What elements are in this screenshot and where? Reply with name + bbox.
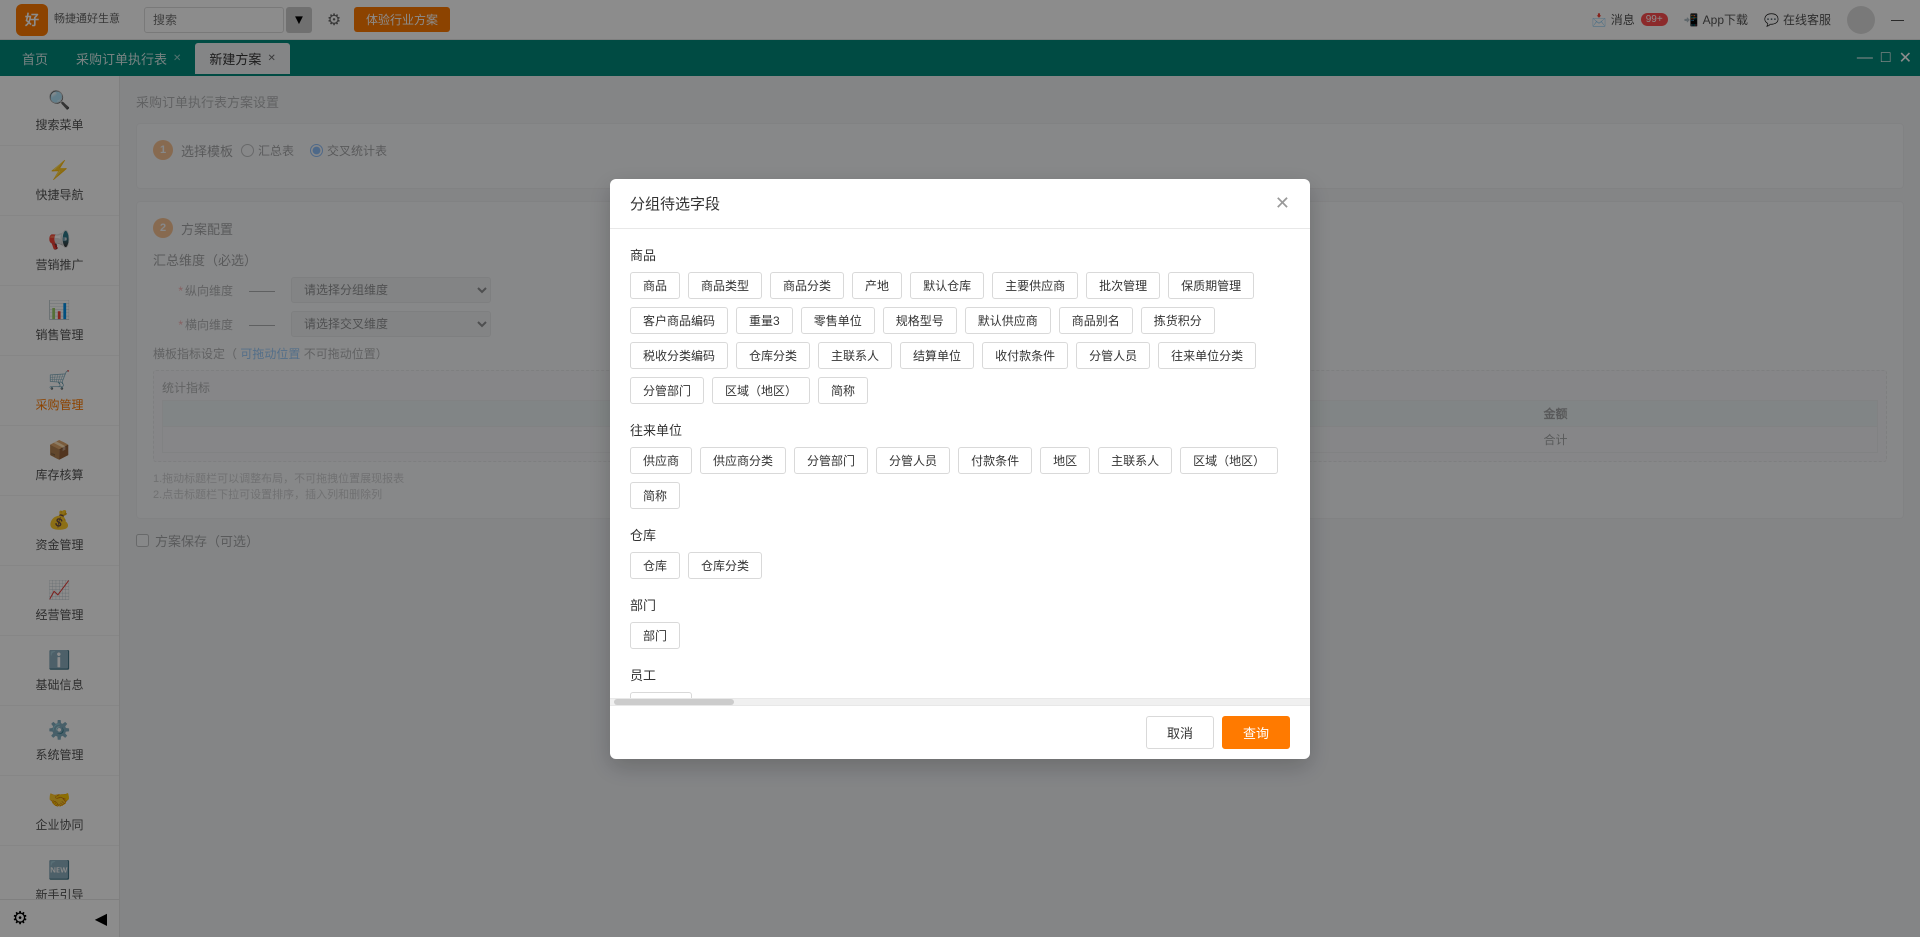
field-batch-mgmt[interactable]: 批次管理 (1086, 272, 1160, 299)
modal: 分组待选字段 ✕ 商品 商品 商品类型 商品分类 产地 默认仓库 主要供应商 批… (610, 179, 1310, 759)
modal-header: 分组待选字段 ✕ (610, 179, 1310, 229)
field-default-supplier[interactable]: 默认供应商 (965, 307, 1051, 334)
section-department-title: 部门 (630, 595, 1290, 614)
field-retail-unit[interactable]: 零售单位 (801, 307, 875, 334)
field-dept-mgmt[interactable]: 分管部门 (794, 447, 868, 474)
field-goods-category[interactable]: 商品分类 (770, 272, 844, 299)
confirm-button[interactable]: 查询 (1222, 716, 1290, 749)
section-warehouse-title: 仓库 (630, 525, 1290, 544)
field-abbr-goods[interactable]: 简称 (818, 377, 868, 404)
modal-close-button[interactable]: ✕ (1275, 193, 1290, 214)
field-payment-terms[interactable]: 收付款条件 (982, 342, 1068, 369)
field-contact-partner[interactable]: 主联系人 (1098, 447, 1172, 474)
field-region-goods[interactable]: 区域（地区） (712, 377, 810, 404)
section-department: 部门 部门 (630, 595, 1290, 649)
field-partner-category[interactable]: 往来单位分类 (1158, 342, 1256, 369)
field-main-supplier[interactable]: 主要供应商 (992, 272, 1078, 299)
field-grid-goods: 商品 商品类型 商品分类 产地 默认仓库 主要供应商 批次管理 保质期管理 客户… (630, 272, 1290, 404)
field-origin[interactable]: 产地 (852, 272, 902, 299)
cancel-button[interactable]: 取消 (1146, 716, 1214, 749)
section-goods-title: 商品 (630, 245, 1290, 264)
field-tax-code[interactable]: 税收分类编码 (630, 342, 728, 369)
field-default-warehouse[interactable]: 默认仓库 (910, 272, 984, 299)
section-employee: 员工 业务员 (630, 665, 1290, 698)
field-spec-model[interactable]: 规格型号 (883, 307, 957, 334)
section-goods: 商品 商品 商品类型 商品分类 产地 默认仓库 主要供应商 批次管理 保质期管理… (630, 245, 1290, 404)
field-abbr-partner[interactable]: 简称 (630, 482, 680, 509)
field-supplier[interactable]: 供应商 (630, 447, 692, 474)
section-partner-title: 往来单位 (630, 420, 1290, 439)
field-expiry-mgmt[interactable]: 保质期管理 (1168, 272, 1254, 299)
field-weight[interactable]: 重量3 (736, 307, 793, 334)
field-supervisor[interactable]: 分管人员 (1076, 342, 1150, 369)
field-supplier-category[interactable]: 供应商分类 (700, 447, 786, 474)
modal-footer: 取消 查询 (610, 705, 1310, 759)
field-grid-warehouse: 仓库 仓库分类 (630, 552, 1290, 579)
field-settlement-unit[interactable]: 结算单位 (900, 342, 974, 369)
field-customer-code[interactable]: 客户商品编码 (630, 307, 728, 334)
field-main-contact[interactable]: 主联系人 (818, 342, 892, 369)
field-region2-partner[interactable]: 区域（地区） (1180, 447, 1278, 474)
field-grid-department: 部门 (630, 622, 1290, 649)
section-employee-title: 员工 (630, 665, 1290, 684)
horizontal-scrollbar[interactable] (610, 698, 1310, 705)
field-warehouse-type[interactable]: 仓库分类 (688, 552, 762, 579)
field-grid-partner: 供应商 供应商分类 分管部门 分管人员 付款条件 地区 主联系人 区域（地区） … (630, 447, 1290, 509)
field-goods-type[interactable]: 商品类型 (688, 272, 762, 299)
modal-body: 商品 商品 商品类型 商品分类 产地 默认仓库 主要供应商 批次管理 保质期管理… (610, 229, 1310, 698)
field-goods[interactable]: 商品 (630, 272, 680, 299)
field-region-partner[interactable]: 地区 (1040, 447, 1090, 474)
field-payment-cond[interactable]: 付款条件 (958, 447, 1032, 474)
field-pick-points[interactable]: 拣货积分 (1141, 307, 1215, 334)
field-warehouse[interactable]: 仓库 (630, 552, 680, 579)
section-partner: 往来单位 供应商 供应商分类 分管部门 分管人员 付款条件 地区 主联系人 区域… (630, 420, 1290, 509)
field-department[interactable]: 部门 (630, 622, 680, 649)
field-staff-mgmt[interactable]: 分管人员 (876, 447, 950, 474)
field-supervisor-dept[interactable]: 分管部门 (630, 377, 704, 404)
section-warehouse: 仓库 仓库 仓库分类 (630, 525, 1290, 579)
field-warehouse-category[interactable]: 仓库分类 (736, 342, 810, 369)
modal-overlay: 分组待选字段 ✕ 商品 商品 商品类型 商品分类 产地 默认仓库 主要供应商 批… (0, 0, 1920, 937)
modal-title: 分组待选字段 (630, 193, 720, 214)
field-goods-alias[interactable]: 商品别名 (1059, 307, 1133, 334)
